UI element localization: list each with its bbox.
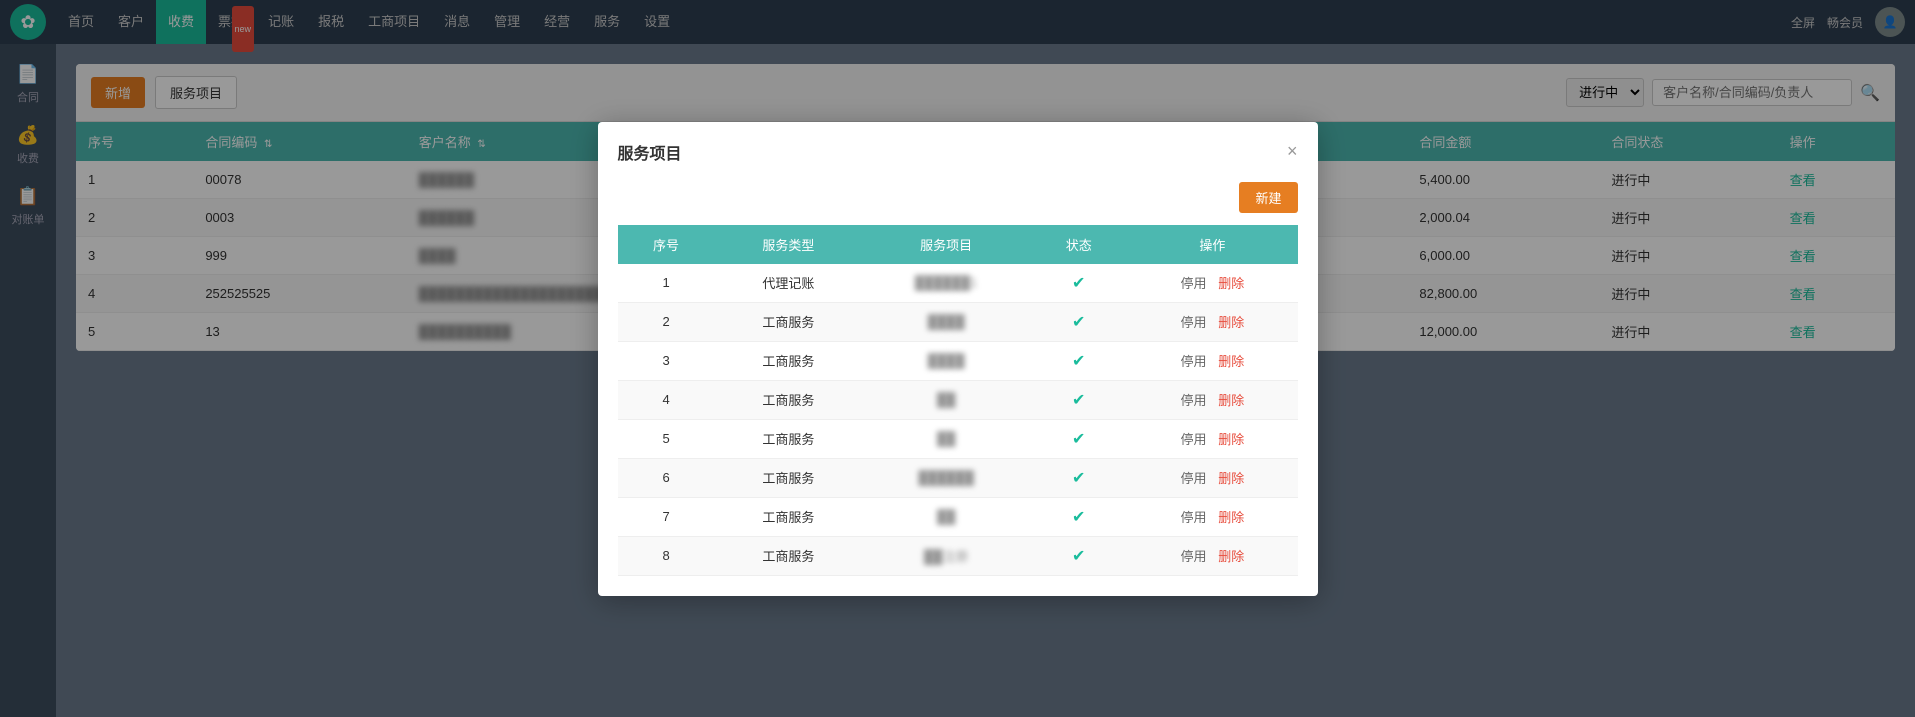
modal-close-button[interactable]: × [1287, 141, 1298, 162]
modal-title: 服务项目 [618, 140, 682, 164]
modal-header: 服务项目 × [598, 122, 1318, 174]
modal-cell-action: 停用 删除 [1127, 497, 1297, 536]
modal-cell-type: 工商服务 [715, 341, 863, 380]
modal-cell-item: ██ [862, 419, 1030, 458]
modal-toolbar: 新建 [598, 174, 1318, 225]
delete-button[interactable]: 删除 [1218, 354, 1244, 369]
modal-cell-status: ✔ [1030, 536, 1127, 575]
modal-col-type: 服务类型 [715, 225, 863, 264]
modal-cell-action: 停用 删除 [1127, 264, 1297, 303]
delete-button[interactable]: 删除 [1218, 276, 1244, 291]
modal-cell-item: ██注册 [862, 536, 1030, 575]
delete-button[interactable]: 删除 [1218, 393, 1244, 408]
modal-cell-item: ██████ [862, 458, 1030, 497]
modal-new-button[interactable]: 新建 [1239, 182, 1297, 213]
delete-button[interactable]: 删除 [1218, 471, 1244, 486]
stop-button[interactable]: 停用 [1181, 276, 1207, 291]
modal-table-row: 7 工商服务 ██ ✔ 停用 删除 [618, 497, 1298, 536]
delete-button[interactable]: 删除 [1218, 510, 1244, 525]
modal-table-row: 4 工商服务 ██ ✔ 停用 删除 [618, 380, 1298, 419]
modal-cell-type: 工商服务 [715, 380, 863, 419]
modal-table-row: 5 工商服务 ██ ✔ 停用 删除 [618, 419, 1298, 458]
delete-button[interactable]: 删除 [1218, 549, 1244, 564]
modal-cell-status: ✔ [1030, 341, 1127, 380]
modal-table-row: 1 代理记账 ██████1 ✔ 停用 删除 [618, 264, 1298, 303]
stop-button[interactable]: 停用 [1181, 471, 1207, 486]
delete-button[interactable]: 删除 [1218, 315, 1244, 330]
modal-cell-action: 停用 删除 [1127, 536, 1297, 575]
modal-cell-item: ████ [862, 302, 1030, 341]
modal-col-no: 序号 [618, 225, 715, 264]
modal-cell-no: 4 [618, 380, 715, 419]
modal-cell-item: ██████1 [862, 264, 1030, 303]
modal-table-row: 6 工商服务 ██████ ✔ 停用 删除 [618, 458, 1298, 497]
modal-cell-action: 停用 删除 [1127, 302, 1297, 341]
modal-cell-type: 工商服务 [715, 536, 863, 575]
delete-button[interactable]: 删除 [1218, 432, 1244, 447]
stop-button[interactable]: 停用 [1181, 354, 1207, 369]
service-items-table: 序号 服务类型 服务项目 状态 操作 1 代理记账 ██████1 ✔ 停用 删… [618, 225, 1298, 576]
stop-button[interactable]: 停用 [1181, 510, 1207, 525]
modal-cell-action: 停用 删除 [1127, 419, 1297, 458]
modal-cell-type: 工商服务 [715, 302, 863, 341]
modal-cell-item: ████ [862, 341, 1030, 380]
modal-cell-action: 停用 删除 [1127, 341, 1297, 380]
service-items-modal: 服务项目 × 新建 序号 服务类型 服务项目 状态 操作 1 代理记账 [598, 122, 1318, 596]
modal-overlay[interactable]: 服务项目 × 新建 序号 服务类型 服务项目 状态 操作 1 代理记账 [0, 0, 1915, 717]
modal-cell-no: 1 [618, 264, 715, 303]
modal-table-row: 3 工商服务 ████ ✔ 停用 删除 [618, 341, 1298, 380]
modal-cell-status: ✔ [1030, 419, 1127, 458]
modal-col-item: 服务项目 [862, 225, 1030, 264]
stop-button[interactable]: 停用 [1181, 549, 1207, 564]
modal-col-action: 操作 [1127, 225, 1297, 264]
modal-cell-item: ██ [862, 497, 1030, 536]
modal-cell-action: 停用 删除 [1127, 380, 1297, 419]
modal-cell-status: ✔ [1030, 380, 1127, 419]
modal-cell-action: 停用 删除 [1127, 458, 1297, 497]
modal-cell-no: 3 [618, 341, 715, 380]
modal-cell-no: 8 [618, 536, 715, 575]
modal-cell-status: ✔ [1030, 458, 1127, 497]
modal-cell-status: ✔ [1030, 497, 1127, 536]
modal-cell-type: 代理记账 [715, 264, 863, 303]
stop-button[interactable]: 停用 [1181, 315, 1207, 330]
modal-cell-status: ✔ [1030, 264, 1127, 303]
modal-cell-type: 工商服务 [715, 419, 863, 458]
modal-table-row: 8 工商服务 ██注册 ✔ 停用 删除 [618, 536, 1298, 575]
modal-cell-status: ✔ [1030, 302, 1127, 341]
modal-cell-no: 7 [618, 497, 715, 536]
modal-cell-item: ██ [862, 380, 1030, 419]
modal-col-status: 状态 [1030, 225, 1127, 264]
modal-cell-no: 2 [618, 302, 715, 341]
modal-table-row: 2 工商服务 ████ ✔ 停用 删除 [618, 302, 1298, 341]
stop-button[interactable]: 停用 [1181, 432, 1207, 447]
modal-cell-type: 工商服务 [715, 497, 863, 536]
modal-cell-type: 工商服务 [715, 458, 863, 497]
stop-button[interactable]: 停用 [1181, 393, 1207, 408]
modal-cell-no: 5 [618, 419, 715, 458]
modal-cell-no: 6 [618, 458, 715, 497]
modal-body: 序号 服务类型 服务项目 状态 操作 1 代理记账 ██████1 ✔ 停用 删… [598, 225, 1318, 596]
